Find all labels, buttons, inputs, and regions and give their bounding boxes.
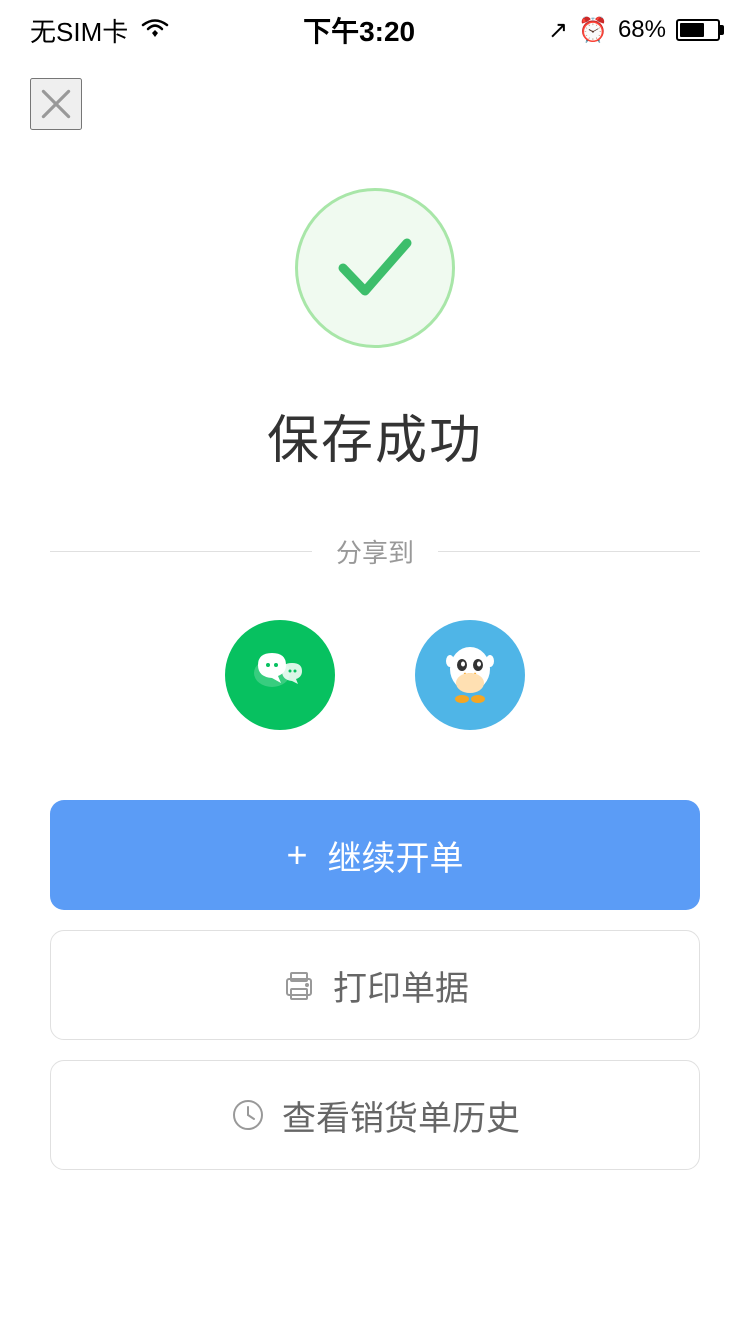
- battery-percent: 68%: [618, 16, 666, 44]
- share-divider: 分享到: [50, 533, 700, 570]
- status-bar-right: ↗ ⏰ 68%: [548, 16, 720, 45]
- alarm-icon: ⏰: [578, 16, 608, 45]
- clock-icon: [230, 1097, 266, 1133]
- print-button[interactable]: 打印单据: [50, 930, 700, 1040]
- history-button[interactable]: 查看销货单历史: [50, 1060, 700, 1170]
- qq-share-button[interactable]: [415, 620, 525, 730]
- success-title: 保存成功: [267, 398, 483, 473]
- status-bar: 无SIM卡 下午3:20 ↗ ⏰ 68%: [0, 0, 750, 60]
- status-bar-time: 下午3:20: [303, 10, 415, 50]
- close-button[interactable]: [30, 78, 82, 130]
- continue-label: 继续开单: [328, 831, 464, 880]
- print-label: 打印单据: [333, 961, 469, 1010]
- battery-icon: [676, 19, 720, 41]
- nav-bar: [0, 60, 750, 148]
- close-icon: [38, 86, 74, 122]
- wifi-icon: [140, 19, 170, 41]
- divider-left: [50, 551, 312, 552]
- wechat-share-button[interactable]: [225, 620, 335, 730]
- share-label: 分享到: [312, 533, 438, 570]
- action-buttons: + 继续开单 打印单据 查看销货单历史: [50, 800, 700, 1170]
- carrier-text: 无SIM卡: [30, 12, 128, 49]
- checkmark-icon: [335, 233, 415, 303]
- main-content: 保存成功 分享到: [0, 148, 750, 1170]
- location-icon: ↗: [548, 16, 568, 45]
- divider-right: [438, 551, 700, 552]
- status-bar-left: 无SIM卡: [30, 12, 170, 49]
- qq-icon: [438, 641, 502, 709]
- plus-icon: +: [286, 834, 307, 876]
- continue-button[interactable]: + 继续开单: [50, 800, 700, 910]
- printer-icon: [281, 967, 317, 1003]
- success-circle: [295, 188, 455, 348]
- share-icons-container: [225, 620, 525, 730]
- history-label: 查看销货单历史: [282, 1091, 520, 1140]
- wechat-icon: [248, 643, 312, 707]
